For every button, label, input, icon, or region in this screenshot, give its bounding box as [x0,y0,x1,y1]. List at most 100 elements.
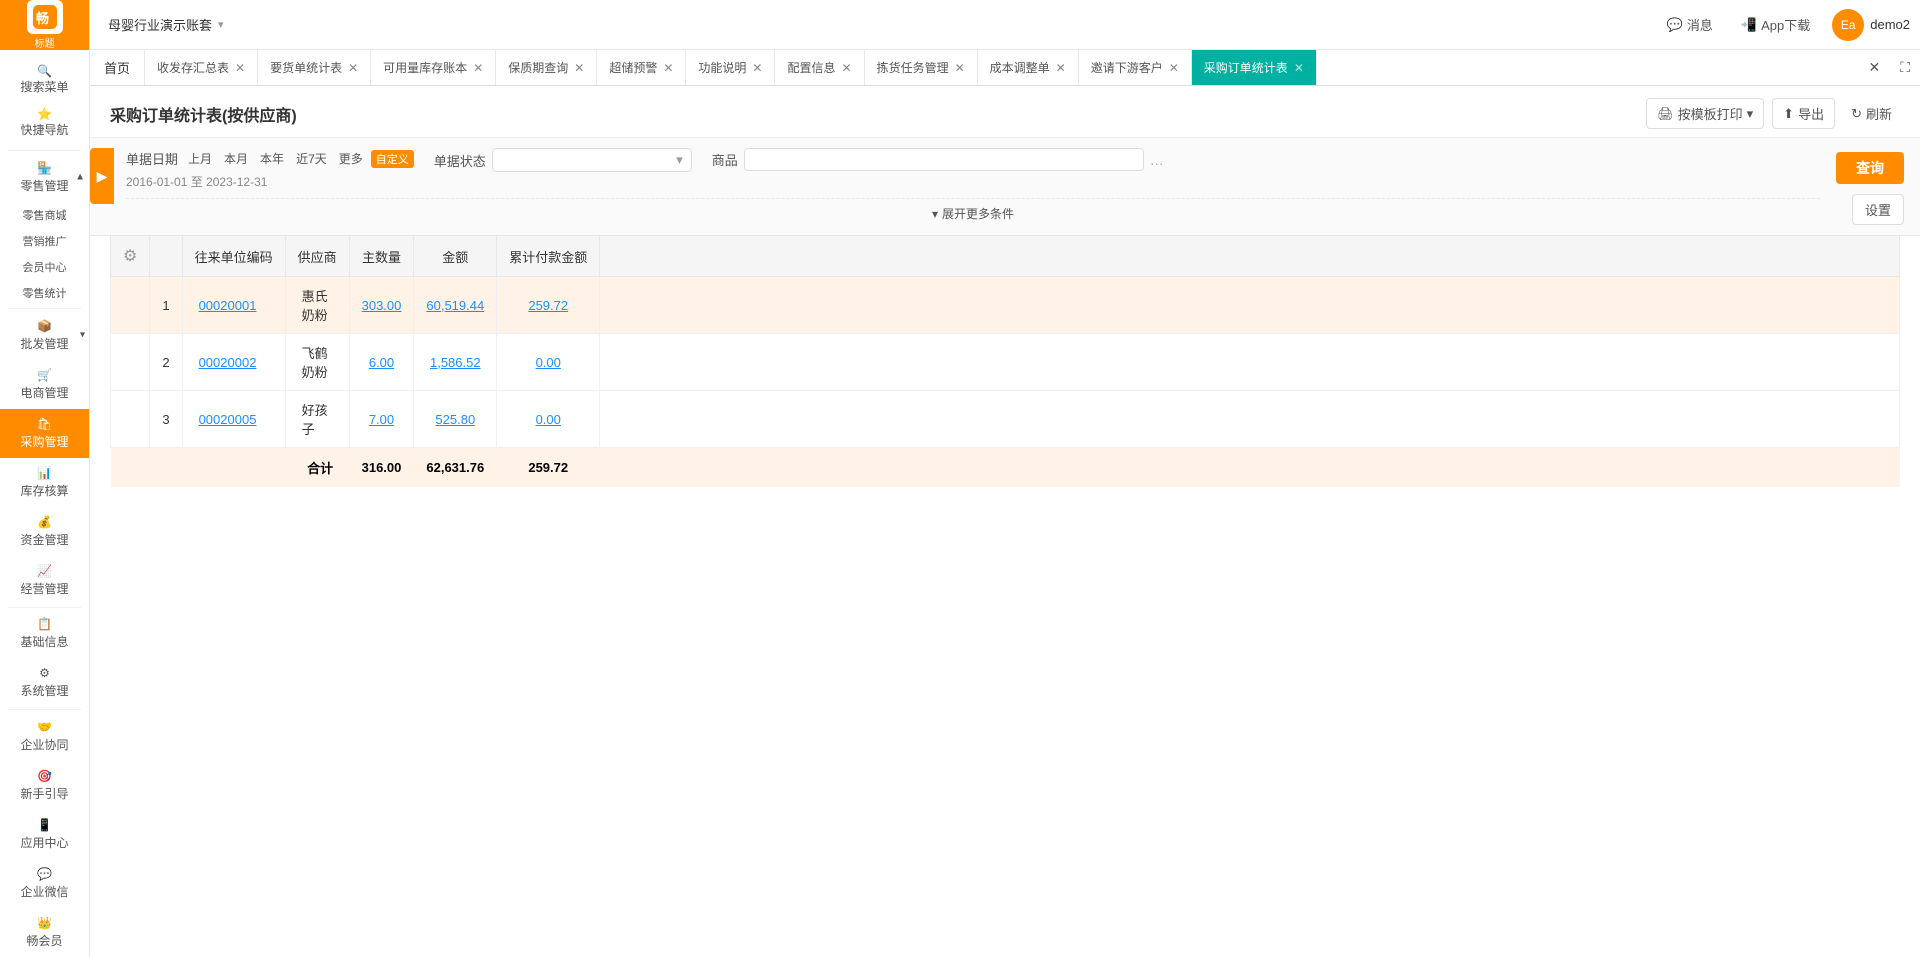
app-download-label: App下载 [1761,15,1810,34]
tab-available-stock[interactable]: 可用量库存账本 ✕ [371,50,496,86]
th-extra [600,236,1900,277]
tab-task-mgmt[interactable]: 拣货任务管理 ✕ [865,50,978,86]
row3-amount-link[interactable]: 525.80 [435,412,475,427]
tab-function-desc[interactable]: 功能说明 ✕ [686,50,775,86]
ecommerce-icon: 🛒 [37,368,52,382]
row1-code-link[interactable]: 00020001 [199,298,257,313]
goods-filter-input[interactable] [744,148,1144,171]
sidebar-item-new-guide[interactable]: 🎯 新手引导 [0,761,89,810]
tab-close-all-button[interactable]: ✕ [1858,50,1890,86]
sidebar-item-app-center[interactable]: 📱 应用中心 [0,810,89,859]
template-print-button[interactable]: 🖨 按模板打印 ▾ [1646,98,1764,129]
tab-invite-downstream[interactable]: 邀请下游客户 ✕ [1079,50,1192,86]
tab-close-goods-summary[interactable]: ✕ [348,61,358,75]
workspace-selector[interactable]: 母婴行业演示账套 ▾ [100,11,232,38]
refresh-button[interactable]: ↻ 刷新 [1843,99,1900,128]
filter-toggle-button[interactable]: ▶ [90,148,114,204]
tab-close-task-mgmt[interactable]: ✕ [955,61,965,75]
sidebar-item-retail-mall[interactable]: 零售商城 [0,202,89,228]
table-row: 3 00020005 好孩子 7.00 525.80 [111,391,1900,448]
tab-expiry-query[interactable]: 保质期查询 ✕ [496,50,597,86]
tab-close-config-info[interactable]: ✕ [842,61,852,75]
tab-close-receive-summary[interactable]: ✕ [235,61,245,75]
new-guide-icon: 🎯 [37,769,52,783]
sidebar-logo: 畅 标题 [0,0,89,50]
row2-paid-link[interactable]: 0.00 [536,355,561,370]
export-button[interactable]: ⬆ 导出 [1772,98,1835,129]
sidebar-item-label-retail: 零售管理 [20,177,68,194]
tab-close-expiry-query[interactable]: ✕ [574,61,584,75]
tab-overstock-alert[interactable]: 超储预警 ✕ [597,50,686,86]
row2-amount: 1,586.52 [414,334,497,391]
settings-button[interactable]: 设置 [1852,194,1904,225]
goods-filter-more-icon[interactable]: … [1150,152,1164,168]
app-download-button[interactable]: 📲 App下载 [1735,11,1816,38]
row3-qty-link[interactable]: 7.00 [369,412,394,427]
status-select[interactable]: ▾ [492,148,692,172]
row1-amount-link[interactable]: 60,519.44 [426,298,484,313]
tab-close-invite-downstream[interactable]: ✕ [1169,61,1179,75]
sidebar-item-wechat[interactable]: 💬 企业微信 [0,859,89,908]
column-settings-icon[interactable]: ⚙ [123,248,137,265]
tab-maximize-button[interactable]: ⛶ [1890,50,1920,86]
chevron-down-icon-2: ▾ [80,330,85,341]
tab-close-purchase-summary[interactable]: ✕ [1294,61,1304,75]
row2-qty-link[interactable]: 6.00 [369,355,394,370]
date-shortcut-this-month[interactable]: 本月 [220,148,252,169]
sidebar-item-inventory[interactable]: 📊 库存核算 [0,458,89,507]
tab-home[interactable]: 首页 [90,50,145,86]
app-logo-text: 标题 [35,35,55,50]
sidebar-item-retail[interactable]: 🏪 零售管理 ▲ [0,153,89,202]
sidebar-item-operations[interactable]: 📈 经营管理 [0,556,89,605]
sidebar-item-retail-stats[interactable]: 零售统计 [0,280,89,306]
sidebar-item-label-purchase: 采购管理 [20,433,68,450]
table-row: 1 00020001 惠氏奶粉 303.00 60,519.44 [111,277,1900,334]
sidebar-item-basic-info[interactable]: 📋 基础信息 [0,609,89,658]
sidebar-search-section: 🔍 搜索菜单 ⭐ 快捷导航 [0,50,89,148]
sidebar-item-sys-mgmt[interactable]: ⚙ 系统管理 [0,658,89,707]
th-paid: 累计付款金额 [497,236,600,277]
tab-close-function-desc[interactable]: ✕ [752,61,762,75]
date-shortcut-more[interactable]: 更多 [335,148,367,169]
sidebar-item-purchase[interactable]: 🛍 采购管理 [0,409,89,458]
date-shortcut-7days[interactable]: 近7天 [292,148,331,169]
sidebar-item-marketing[interactable]: 营销推广 [0,228,89,254]
date-custom-tag[interactable]: 自定义 [371,150,414,168]
sidebar-item-enterprise[interactable]: 🤝 企业协同 [0,712,89,761]
tab-receive-summary[interactable]: 收发存汇总表 ✕ [145,50,258,86]
print-icon: 🖨 [1657,106,1674,122]
tab-purchase-summary[interactable]: 采购订单统计表 ✕ [1192,50,1317,86]
row3-code-link[interactable]: 00020005 [199,412,257,427]
expand-filter-button[interactable]: ▾ 展开更多条件 [126,205,1820,222]
sidebar-item-ecommerce[interactable]: 🛒 电商管理 [0,360,89,409]
tab-cost-adjust[interactable]: 成本调整单 ✕ [978,50,1079,86]
tab-close-available-stock[interactable]: ✕ [473,61,483,75]
row1-paid-link[interactable]: 259.72 [528,298,568,313]
tab-close-cost-adjust[interactable]: ✕ [1056,61,1066,75]
row2-code-link[interactable]: 00020002 [199,355,257,370]
tab-label-invite-downstream: 邀请下游客户 [1091,59,1163,76]
sidebar-item-quick-nav[interactable]: ⭐ 快捷导航 [6,101,83,144]
date-shortcut-this-year[interactable]: 本年 [256,148,288,169]
th-settings[interactable]: ⚙ [111,236,150,277]
message-button[interactable]: 💬 消息 [1661,11,1719,38]
row2-amount-link[interactable]: 1,586.52 [430,355,481,370]
user-info[interactable]: Ea demo2 [1832,9,1910,41]
sidebar-item-search[interactable]: 🔍 搜索菜单 [6,58,83,101]
sidebar-item-member[interactable]: 会员中心 [0,254,89,280]
sidebar-item-wholesale[interactable]: 📦 批发管理 ▾ [0,311,89,360]
sidebar-item-vip[interactable]: 👑 畅会员 [0,908,89,957]
tab-label-purchase-summary: 采购订单统计表 [1204,59,1288,76]
sidebar-item-label-retail-mall: 零售商城 [23,207,67,223]
tab-label-expiry-query: 保质期查询 [508,59,568,76]
tab-config-info[interactable]: 配置信息 ✕ [775,50,864,86]
date-shortcut-last-month[interactable]: 上月 [184,148,216,169]
row3-paid-link[interactable]: 0.00 [536,412,561,427]
sidebar-item-finance[interactable]: 💰 资金管理 [0,507,89,556]
tab-close-overstock-alert[interactable]: ✕ [663,61,673,75]
row1-supplier-name: 惠氏奶粉 [302,289,328,323]
row1-qty-link[interactable]: 303.00 [362,298,402,313]
row2-index: 2 [150,334,182,391]
tab-goods-summary[interactable]: 要货单统计表 ✕ [258,50,371,86]
query-button[interactable]: 查询 [1836,152,1904,184]
